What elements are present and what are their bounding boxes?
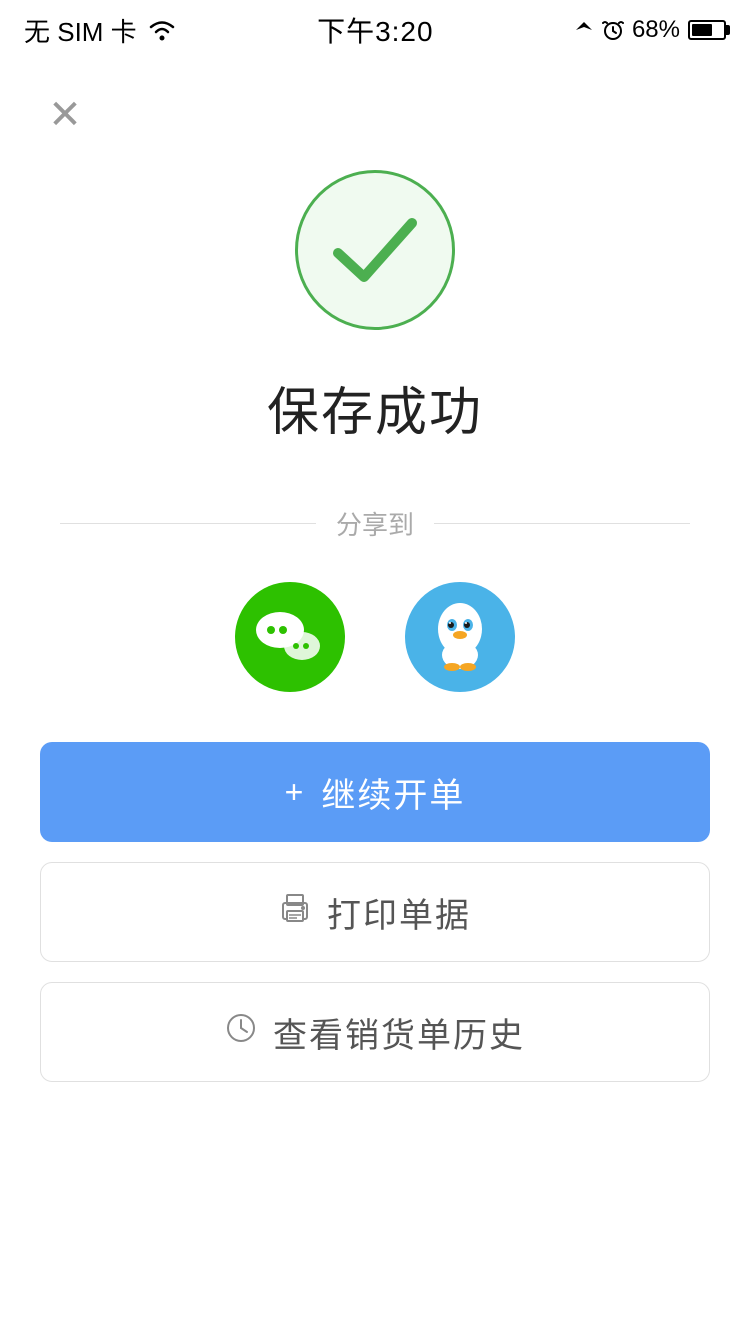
qq-icon-svg [427, 601, 493, 673]
print-receipt-label: 打印单据 [327, 888, 471, 937]
sim-status: 无 SIM 卡 [24, 12, 137, 49]
status-time: 下午3:20 [317, 10, 434, 50]
continue-order-button[interactable]: + 继续开单 [40, 742, 710, 842]
status-bar: 无 SIM 卡 下午3:20 68% [0, 0, 750, 60]
share-icons-row [235, 582, 515, 692]
share-label: 分享到 [336, 505, 414, 542]
close-button[interactable]: ✕ [40, 90, 90, 140]
battery-icon [688, 20, 726, 40]
alarm-icon [602, 19, 624, 41]
wechat-share-button[interactable] [235, 582, 345, 692]
location-icon [574, 20, 594, 40]
share-section: 分享到 [0, 505, 750, 692]
button-section: + 继续开单 打印单据 [0, 742, 750, 1082]
close-icon: ✕ [48, 95, 82, 135]
success-title: 保存成功 [267, 370, 483, 445]
battery-percent: 68% [632, 16, 680, 44]
checkmark-icon [330, 215, 420, 285]
wechat-icon-svg [254, 608, 326, 666]
continue-order-label: 继续开单 [321, 768, 465, 817]
view-history-label: 查看销货单历史 [273, 1008, 525, 1057]
main-content: ✕ 保存成功 分享到 [0, 60, 750, 1082]
status-right: 68% [574, 16, 726, 44]
success-icon-circle [295, 170, 455, 330]
battery-fill [692, 24, 712, 36]
printer-icon [279, 893, 311, 931]
history-icon [225, 1012, 257, 1052]
print-receipt-button[interactable]: 打印单据 [40, 862, 710, 962]
plus-icon: + [285, 774, 306, 811]
wifi-icon [147, 19, 177, 41]
divider-left [60, 523, 316, 524]
divider-right [434, 523, 690, 524]
qq-share-button[interactable] [405, 582, 515, 692]
status-left: 无 SIM 卡 [24, 12, 177, 49]
close-button-row: ✕ [0, 80, 750, 170]
share-divider: 分享到 [0, 505, 750, 542]
view-history-button[interactable]: 查看销货单历史 [40, 982, 710, 1082]
